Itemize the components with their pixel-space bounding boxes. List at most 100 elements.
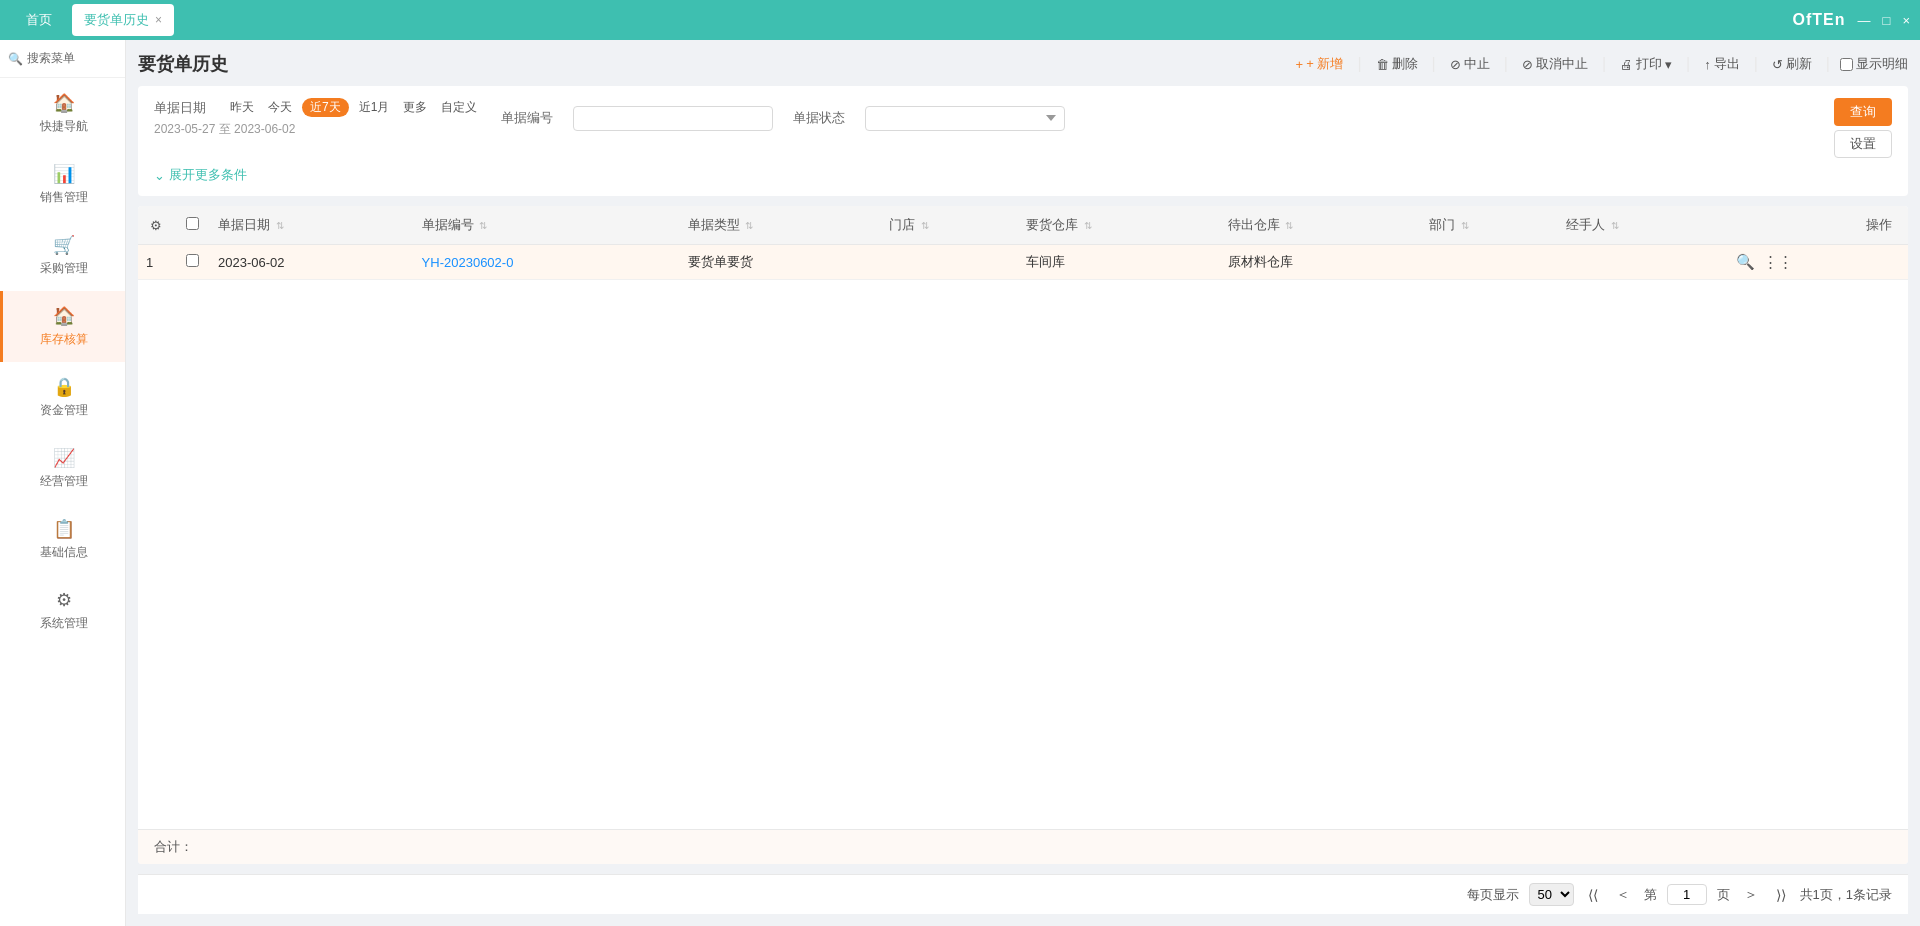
- ops-icon: 📈: [53, 447, 75, 469]
- settings-button[interactable]: 设置: [1834, 130, 1892, 158]
- date-btn-yesterday[interactable]: 昨天: [226, 98, 258, 117]
- data-table: ⚙ 单据日期 ⇅ 单据编号 ⇅ 单据类型: [138, 206, 1908, 280]
- sidebar-item-base-info[interactable]: 📋 基础信息: [0, 504, 125, 575]
- filter-bar: 单据日期 昨天 今天 近7天 近1月 更多 自定义 2023-05-27 至 2…: [138, 86, 1908, 196]
- pagination-bar: 每页显示 50 ⟨⟨ ＜ 第 页 ＞ ⟩⟩ 共1页，1条记录: [138, 874, 1908, 914]
- doc-no-input[interactable]: [573, 106, 773, 131]
- date-btn-more[interactable]: 更多: [399, 98, 431, 117]
- sidebar-search-label: 搜索菜单: [27, 50, 75, 67]
- first-page-btn[interactable]: ⟨⟨: [1584, 887, 1602, 903]
- doc-no-filter-group: 单据编号: [501, 106, 773, 131]
- sidebar-item-sys-mgmt[interactable]: ⚙ 系统管理: [0, 575, 125, 646]
- sort-doctype-icon[interactable]: ⇅: [745, 220, 753, 231]
- date-filter-label: 单据日期: [154, 99, 206, 117]
- page-label-suffix: 页: [1717, 886, 1730, 904]
- query-button[interactable]: 查询: [1834, 98, 1892, 126]
- inventory-icon: 🏠: [53, 305, 75, 327]
- sort-docno-icon[interactable]: ⇅: [479, 220, 487, 231]
- cell-checkbox[interactable]: [174, 245, 210, 280]
- table-body: 1 2023-06-02 YH-20230602-0 要货单要货 车间库 原材料…: [138, 245, 1908, 280]
- date-btn-last-month[interactable]: 近1月: [355, 98, 394, 117]
- stop-label: 中止: [1464, 55, 1490, 73]
- display-cell-button[interactable]: 显示明细: [1840, 55, 1908, 73]
- col-dept: 部门 ⇅: [1421, 206, 1558, 245]
- cancel-stop-button[interactable]: ⊘ 取消中止: [1518, 55, 1592, 73]
- sort-dept-icon[interactable]: ⇅: [1461, 220, 1469, 231]
- col-doc-type: 单据类型 ⇅: [680, 206, 881, 245]
- sidebar-item-finance[interactable]: 🔒 资金管理: [0, 362, 125, 433]
- plus-icon: +: [1296, 57, 1304, 72]
- content-area: 要货单历史 + + 新增 | 🗑 删除 | ⊘ 中止 | ⊘: [126, 40, 1920, 926]
- table-row: 1 2023-06-02 YH-20230602-0 要货单要货 车间库 原材料…: [138, 245, 1908, 280]
- delete-button[interactable]: 🗑 删除: [1372, 55, 1422, 73]
- sidebar-item-purchase[interactable]: 🛒 采购管理: [0, 220, 125, 291]
- window-maximize-btn[interactable]: □: [1883, 13, 1891, 28]
- window-minimize-btn[interactable]: —: [1858, 13, 1871, 28]
- sidebar-item-sales[interactable]: 📊 销售管理: [0, 149, 125, 220]
- stop-button[interactable]: ⊘ 中止: [1446, 55, 1494, 73]
- sidebar-label-sys: 系统管理: [40, 615, 88, 632]
- sys-icon: ⚙: [56, 589, 72, 611]
- export-icon: ↑: [1704, 57, 1711, 72]
- sort-pendwh-icon[interactable]: ⇅: [1285, 220, 1293, 231]
- sidebar: 🔍 搜索菜单 🏠 快捷导航 📊 销售管理 🛒 采购管理 🏠 库存核算 🔒 资金管…: [0, 40, 126, 926]
- cell-req-warehouse: 车间库: [1018, 245, 1219, 280]
- page-label-prefix: 第: [1644, 886, 1657, 904]
- sidebar-search[interactable]: 🔍 搜索菜单: [0, 40, 125, 78]
- sidebar-item-quick-nav[interactable]: 🏠 快捷导航: [0, 78, 125, 149]
- page-title: 要货单历史: [138, 52, 228, 76]
- cancel-stop-label: 取消中止: [1536, 55, 1588, 73]
- sidebar-item-inventory[interactable]: 🏠 库存核算: [0, 291, 125, 362]
- sidebar-label-ops: 经营管理: [40, 473, 88, 490]
- status-label: 单据状态: [793, 109, 845, 127]
- cancel-stop-icon: ⊘: [1522, 57, 1533, 72]
- tab-history[interactable]: 要货单历史 ×: [72, 4, 174, 36]
- summary-label: 合计：: [154, 838, 193, 856]
- page-number-input[interactable]: [1667, 884, 1707, 905]
- sort-date-icon[interactable]: ⇅: [276, 220, 284, 231]
- last-page-btn[interactable]: ⟩⟩: [1772, 887, 1790, 903]
- page-header: 要货单历史 + + 新增 | 🗑 删除 | ⊘ 中止 | ⊘: [138, 52, 1908, 76]
- sidebar-item-ops[interactable]: 📈 经营管理: [0, 433, 125, 504]
- next-page-btn[interactable]: ＞: [1740, 886, 1762, 904]
- filter-section: 单据日期 昨天 今天 近7天 近1月 更多 自定义 2023-05-27 至 2…: [154, 98, 1892, 158]
- tab-bar: 首页 要货单历史 ×: [10, 0, 174, 40]
- row-action-more[interactable]: ⋮⋮: [1763, 253, 1793, 271]
- col-settings[interactable]: ⚙: [138, 206, 174, 245]
- doc-no-link[interactable]: YH-20230602-0: [422, 255, 514, 270]
- expand-icon: ⌄: [154, 168, 165, 183]
- print-arrow-icon: ▾: [1665, 57, 1672, 72]
- total-records-label: 共1页，1条记录: [1800, 886, 1892, 904]
- table-footer: 合计：: [138, 829, 1908, 864]
- refresh-label: 刷新: [1786, 55, 1812, 73]
- sort-store-icon[interactable]: ⇅: [921, 220, 929, 231]
- date-btn-last7[interactable]: 近7天: [302, 98, 349, 117]
- refresh-button[interactable]: ↺ 刷新: [1768, 55, 1816, 73]
- date-btn-custom[interactable]: 自定义: [437, 98, 481, 117]
- display-cell-checkbox[interactable]: [1840, 58, 1853, 71]
- cell-doc-type: 要货单要货: [680, 245, 881, 280]
- tab-close-icon[interactable]: ×: [155, 13, 162, 27]
- sort-handler-icon[interactable]: ⇅: [1611, 220, 1619, 231]
- new-button[interactable]: + + 新增: [1292, 55, 1348, 73]
- cell-store: [881, 245, 1018, 280]
- sort-reqwh-icon[interactable]: ⇅: [1084, 220, 1092, 231]
- row-action-view[interactable]: 🔍: [1736, 253, 1755, 271]
- select-all-checkbox[interactable]: [186, 217, 199, 230]
- per-page-select[interactable]: 50: [1529, 883, 1574, 906]
- prev-page-btn[interactable]: ＜: [1612, 886, 1634, 904]
- tab-home[interactable]: 首页: [10, 0, 68, 40]
- export-button[interactable]: ↑ 导出: [1700, 55, 1744, 73]
- print-button[interactable]: 🖨 打印 ▾: [1616, 55, 1676, 73]
- brand-label: OfTEn: [1793, 11, 1846, 29]
- cell-dept: [1421, 245, 1558, 280]
- date-quick-btns: 昨天 今天 近7天 近1月 更多 自定义: [226, 98, 481, 117]
- date-btn-today[interactable]: 今天: [264, 98, 296, 117]
- window-close-btn[interactable]: ×: [1902, 13, 1910, 28]
- date-filter-row: 单据日期 昨天 今天 近7天 近1月 更多 自定义: [154, 98, 481, 117]
- col-checkbox: [174, 206, 210, 245]
- cell-action: 🔍 ⋮⋮: [1728, 245, 1908, 280]
- status-select[interactable]: [865, 106, 1065, 131]
- top-bar: 首页 要货单历史 × OfTEn — □ ×: [0, 0, 1920, 40]
- expand-more-btn[interactable]: ⌄ 展开更多条件: [154, 166, 1892, 184]
